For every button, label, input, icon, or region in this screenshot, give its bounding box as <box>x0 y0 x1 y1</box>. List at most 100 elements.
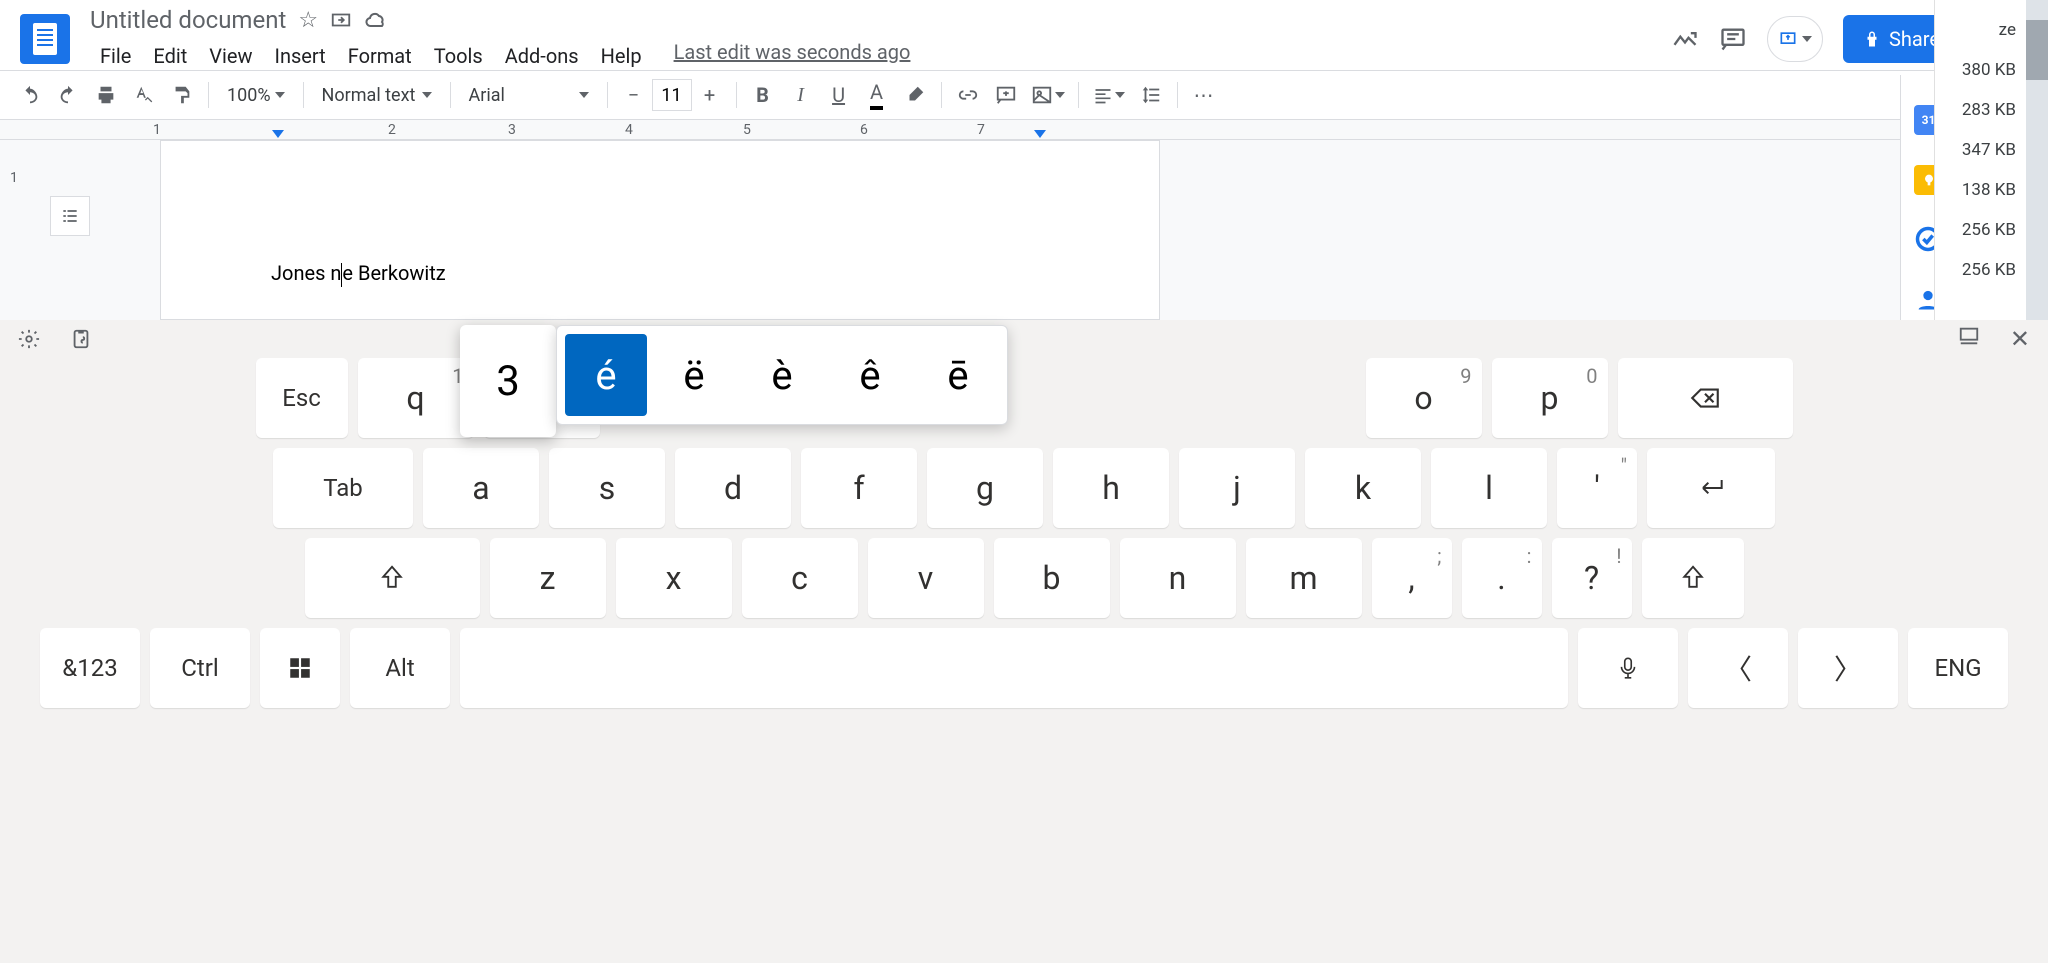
key-f[interactable]: f <box>801 448 917 528</box>
bold-button[interactable]: B <box>745 77 781 113</box>
menu-file[interactable]: File <box>90 40 141 72</box>
font-size-increase[interactable]: + <box>692 77 728 113</box>
cloud-icon[interactable] <box>364 8 388 32</box>
list-item[interactable]: 283 KB <box>1935 90 2026 130</box>
star-icon[interactable]: ☆ <box>298 8 318 33</box>
key-p[interactable]: 0p <box>1492 358 1608 438</box>
key-k[interactable]: k <box>1305 448 1421 528</box>
key-period[interactable]: :. <box>1462 538 1542 618</box>
align-button[interactable] <box>1087 77 1131 113</box>
key-right[interactable]: 〉 <box>1798 628 1898 708</box>
accent-option[interactable]: é <box>565 334 647 416</box>
key-ctrl[interactable]: Ctrl <box>150 628 250 708</box>
key-c[interactable]: c <box>742 538 858 618</box>
key-left[interactable]: 〈 <box>1688 628 1788 708</box>
scrollbar-thumb[interactable] <box>2026 20 2048 80</box>
file-list: ze 380 KB 283 KB 347 KB 138 KB 256 KB 25… <box>1934 0 2026 320</box>
menu-format[interactable]: Format <box>338 40 422 72</box>
font-select[interactable]: Arial <box>459 85 599 106</box>
key-a[interactable]: a <box>423 448 539 528</box>
list-item[interactable]: 138 KB <box>1935 170 2026 210</box>
font-size-input[interactable] <box>652 79 692 111</box>
underline-button[interactable]: U <box>821 77 857 113</box>
last-edit-label[interactable]: Last edit was seconds ago <box>674 40 911 72</box>
accent-option[interactable]: ê <box>829 334 911 416</box>
key-question[interactable]: !? <box>1552 538 1632 618</box>
key-q[interactable]: 1q <box>358 358 474 438</box>
accent-option[interactable]: è <box>741 334 823 416</box>
key-o[interactable]: 9o <box>1366 358 1482 438</box>
key-enter[interactable] <box>1647 448 1775 528</box>
document-page[interactable]: Jones ne Berkowitz <box>160 140 1160 320</box>
paint-format-button[interactable] <box>164 77 200 113</box>
keyboard-settings-icon[interactable] <box>18 328 40 350</box>
menu-tools[interactable]: Tools <box>424 40 493 72</box>
document-text-after: e Berkowitz <box>342 261 445 285</box>
redo-button[interactable] <box>50 77 86 113</box>
keyboard-dock-icon[interactable] <box>1958 325 1980 353</box>
key-tab[interactable]: Tab <box>273 448 413 528</box>
outline-icon[interactable] <box>50 196 90 236</box>
key-space[interactable] <box>460 628 1568 708</box>
comment-button[interactable] <box>988 77 1024 113</box>
key-v[interactable]: v <box>868 538 984 618</box>
key-z[interactable]: z <box>490 538 606 618</box>
key-alt[interactable]: Alt <box>350 628 450 708</box>
menu-edit[interactable]: Edit <box>143 40 197 72</box>
accent-option[interactable]: ē <box>917 334 999 416</box>
print-button[interactable] <box>88 77 124 113</box>
key-mic[interactable] <box>1578 628 1678 708</box>
text-color-button[interactable]: A <box>859 77 895 113</box>
docs-logo[interactable] <box>20 14 70 64</box>
document-title[interactable]: Untitled document <box>90 6 286 34</box>
image-button[interactable] <box>1026 77 1070 113</box>
key-g[interactable]: g <box>927 448 1043 528</box>
ruler[interactable]: 1 2 3 4 5 6 7 <box>0 120 2048 140</box>
list-item[interactable]: 256 KB <box>1935 250 2026 290</box>
more-button[interactable]: ⋯ <box>1186 77 1222 113</box>
spellcheck-button[interactable] <box>126 77 162 113</box>
present-button[interactable] <box>1767 16 1823 62</box>
key-backspace[interactable] <box>1618 358 1793 438</box>
highlight-button[interactable] <box>897 77 933 113</box>
move-icon[interactable] <box>330 9 352 31</box>
key-windows[interactable] <box>260 628 340 708</box>
menu-insert[interactable]: Insert <box>265 40 336 72</box>
key-quote[interactable]: "' <box>1557 448 1637 528</box>
key-comma[interactable]: ;, <box>1372 538 1452 618</box>
menu-addons[interactable]: Add-ons <box>495 40 589 72</box>
style-select[interactable]: Normal text <box>312 85 442 106</box>
comments-icon[interactable] <box>1719 25 1747 53</box>
key-shift-left[interactable] <box>305 538 480 618</box>
key-j[interactable]: j <box>1179 448 1295 528</box>
key-esc[interactable]: Esc <box>256 358 348 438</box>
key-shift-right[interactable] <box>1642 538 1744 618</box>
key-h[interactable]: h <box>1053 448 1169 528</box>
menu-help[interactable]: Help <box>591 40 652 72</box>
on-screen-keyboard: ✕ Esc 1q 2w 9o 0p Tab a s d f g h j <box>0 320 2048 963</box>
link-button[interactable] <box>950 77 986 113</box>
list-item[interactable]: 347 KB <box>1935 130 2026 170</box>
keyboard-clipboard-icon[interactable] <box>70 328 92 350</box>
keyboard-close-icon[interactable]: ✕ <box>2010 325 2030 353</box>
key-language[interactable]: ENG <box>1908 628 2008 708</box>
key-symbols[interactable]: &123 <box>40 628 140 708</box>
key-d[interactable]: d <box>675 448 791 528</box>
document-text-before: Jones n <box>271 261 341 285</box>
list-item[interactable]: 256 KB <box>1935 210 2026 250</box>
key-b[interactable]: b <box>994 538 1110 618</box>
menu-view[interactable]: View <box>199 40 262 72</box>
key-s[interactable]: s <box>549 448 665 528</box>
key-x[interactable]: x <box>616 538 732 618</box>
activity-icon[interactable] <box>1671 25 1699 53</box>
key-m[interactable]: m <box>1246 538 1362 618</box>
list-item[interactable]: 380 KB <box>1935 50 2026 90</box>
line-spacing-button[interactable] <box>1133 77 1169 113</box>
italic-button[interactable]: I <box>783 77 819 113</box>
key-n[interactable]: n <box>1120 538 1236 618</box>
undo-button[interactable] <box>12 77 48 113</box>
zoom-select[interactable]: 100% <box>217 85 295 106</box>
accent-option[interactable]: ë <box>653 334 735 416</box>
key-l[interactable]: l <box>1431 448 1547 528</box>
font-size-decrease[interactable]: − <box>616 77 652 113</box>
